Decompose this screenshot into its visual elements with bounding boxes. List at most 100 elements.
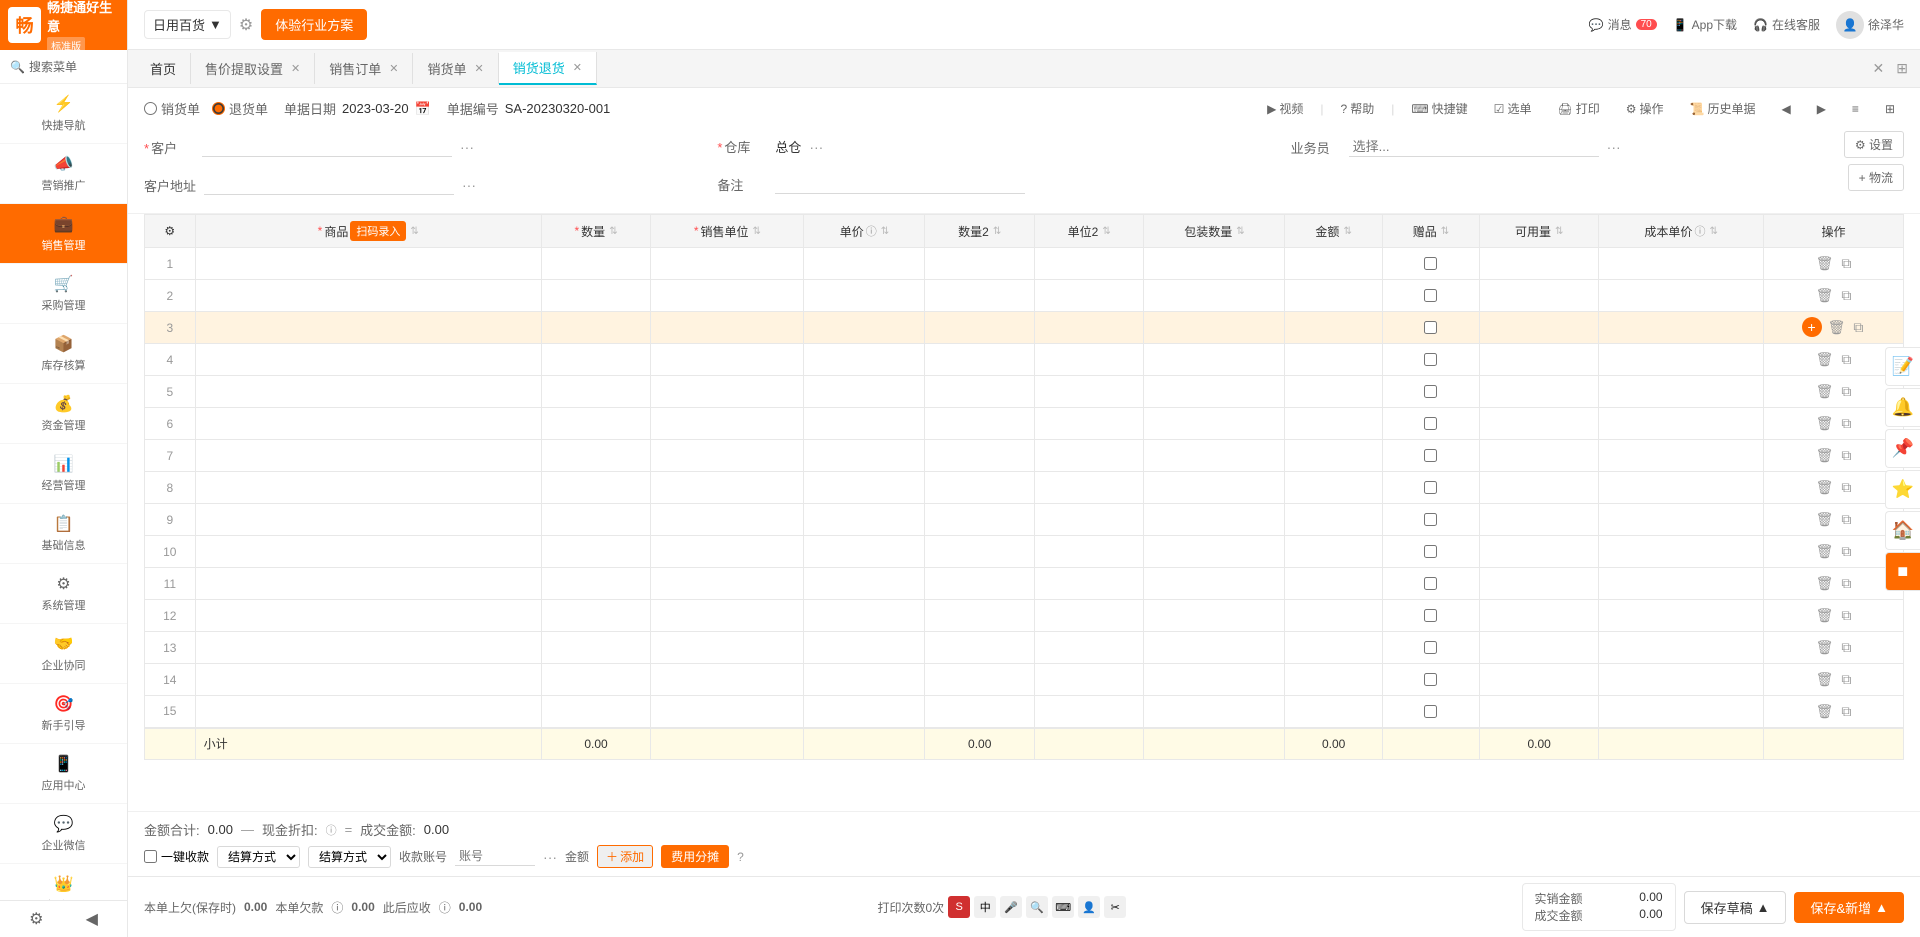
row-package-qty-14[interactable] — [1144, 664, 1285, 696]
row-sales-unit-11[interactable] — [651, 568, 804, 600]
sidebar-item-sales[interactable]: 💼 销售管理 — [0, 204, 127, 264]
row-product-8[interactable] — [195, 472, 541, 504]
row-cost-price-8[interactable] — [1599, 472, 1764, 504]
row-available-14[interactable] — [1480, 664, 1599, 696]
copy-row-btn-9[interactable]: ⧉ — [1839, 509, 1853, 530]
delete-row-btn-13[interactable]: 🗑 — [1814, 637, 1836, 658]
row-package-qty-3[interactable] — [1144, 312, 1285, 344]
sidebar-collapse-icon[interactable]: ◀ — [86, 909, 98, 929]
delete-row-btn-7[interactable]: 🗑 — [1814, 445, 1836, 466]
gift-checkbox-12[interactable] — [1424, 609, 1437, 622]
gift-checkbox-6[interactable] — [1424, 417, 1437, 430]
row-quantity-9[interactable] — [541, 504, 650, 536]
row-quantity2-14[interactable] — [925, 664, 1034, 696]
customer-picker-icon[interactable]: ··· — [460, 139, 474, 155]
sidebar-item-purchase[interactable]: 🛒 采购管理 — [0, 264, 127, 324]
tool-icon-1[interactable]: S — [948, 896, 970, 918]
row-cost-price-12[interactable] — [1599, 600, 1764, 632]
row-sales-unit-7[interactable] — [651, 440, 804, 472]
gift-checkbox-3[interactable] — [1424, 321, 1437, 334]
sales-radio-input[interactable] — [144, 102, 157, 115]
row-cost-price-9[interactable] — [1599, 504, 1764, 536]
row-quantity-11[interactable] — [541, 568, 650, 600]
toolbar-video-btn[interactable]: ▶ 视频 — [1258, 96, 1312, 121]
row-gift-12[interactable] — [1382, 600, 1479, 632]
row-gift-4[interactable] — [1382, 344, 1479, 376]
row-product-2[interactable] — [195, 280, 541, 312]
debit-info-icon[interactable]: ⓘ — [331, 899, 343, 916]
row-cost-price-13[interactable] — [1599, 632, 1764, 664]
sidebar-item-system[interactable]: ⚙ 系统管理 — [0, 564, 127, 624]
row-unit2-12[interactable] — [1034, 600, 1143, 632]
row-unit2-2[interactable] — [1034, 280, 1143, 312]
row-unit-price-13[interactable] — [804, 632, 925, 664]
tool-icon-6[interactable]: 👤 — [1078, 896, 1100, 918]
row-quantity-15[interactable] — [541, 696, 650, 728]
amount-sort-icon[interactable]: ⇅ — [1343, 226, 1351, 237]
customer-input[interactable] — [202, 137, 452, 157]
row-quantity2-6[interactable] — [925, 408, 1034, 440]
row-gift-9[interactable] — [1382, 504, 1479, 536]
row-sales-unit-15[interactable] — [651, 696, 804, 728]
copy-row-btn-5[interactable]: ⧉ — [1839, 381, 1853, 402]
warehouse-picker-icon[interactable]: ··· — [809, 139, 823, 155]
sidebar-item-newbie[interactable]: 🎯 新手引导 — [0, 684, 127, 744]
delete-row-btn-2[interactable]: 🗑 — [1814, 285, 1836, 306]
row-unit-price-9[interactable] — [804, 504, 925, 536]
gift-checkbox-9[interactable] — [1424, 513, 1437, 526]
calendar-icon[interactable]: 📅 — [415, 101, 431, 117]
gift-checkbox-10[interactable] — [1424, 545, 1437, 558]
product-sort-icon[interactable]: ⇅ — [410, 226, 418, 237]
row-quantity2-7[interactable] — [925, 440, 1034, 472]
row-amount-9[interactable] — [1285, 504, 1382, 536]
row-amount-4[interactable] — [1285, 344, 1382, 376]
row-unit2-7[interactable] — [1034, 440, 1143, 472]
sidebar-item-basic-info[interactable]: 📋 基础信息 — [0, 504, 127, 564]
delete-row-btn-6[interactable]: 🗑 — [1814, 413, 1836, 434]
row-amount-1[interactable] — [1285, 248, 1382, 280]
tab-sales-order[interactable]: 销售订单 ✕ — [315, 53, 413, 84]
experience-btn[interactable]: 体验行业方案 — [261, 9, 367, 40]
row-quantity2-5[interactable] — [925, 376, 1034, 408]
row-package-qty-13[interactable] — [1144, 632, 1285, 664]
fee-help-icon[interactable]: ? — [737, 850, 744, 864]
delete-row-btn-12[interactable]: 🗑 — [1814, 605, 1836, 626]
row-gift-3[interactable] — [1382, 312, 1479, 344]
tool-icon-5[interactable]: ⌨ — [1052, 896, 1074, 918]
row-unit-price-12[interactable] — [804, 600, 925, 632]
toolbar-list-view-btn[interactable]: ≡ — [1843, 98, 1868, 120]
sales-radio[interactable]: 销货单 — [144, 99, 200, 118]
toolbar-grid-view-btn[interactable]: ⊞ — [1876, 98, 1904, 120]
row-cost-price-7[interactable] — [1599, 440, 1764, 472]
row-unit2-10[interactable] — [1034, 536, 1143, 568]
row-package-qty-5[interactable] — [1144, 376, 1285, 408]
sidebar-item-member[interactable]: 👑 畅会员 — [0, 864, 127, 900]
right-panel-btn-4[interactable]: ⭐ — [1885, 470, 1920, 509]
row-quantity-10[interactable] — [541, 536, 650, 568]
row-cost-price-4[interactable] — [1599, 344, 1764, 376]
gift-checkbox-1[interactable] — [1424, 257, 1437, 270]
row-available-13[interactable] — [1480, 632, 1599, 664]
toolbar-select-btn[interactable]: ☑ 选单 — [1485, 96, 1541, 121]
online-service-btn[interactable]: 🎧 在线客服 — [1753, 16, 1820, 33]
delete-row-btn-4[interactable]: 🗑 — [1814, 349, 1836, 370]
row-unit-price-8[interactable] — [804, 472, 925, 504]
row-available-7[interactable] — [1480, 440, 1599, 472]
row-quantity2-3[interactable] — [925, 312, 1034, 344]
row-gift-14[interactable] — [1382, 664, 1479, 696]
row-available-4[interactable] — [1480, 344, 1599, 376]
toolbar-prev-btn[interactable]: ◀ — [1772, 98, 1799, 120]
row-amount-7[interactable] — [1285, 440, 1382, 472]
row-package-qty-12[interactable] — [1144, 600, 1285, 632]
delete-row-btn-14[interactable]: 🗑 — [1814, 669, 1836, 690]
row-cost-price-1[interactable] — [1599, 248, 1764, 280]
topbar-settings-icon[interactable]: ⚙ — [239, 15, 253, 35]
gift-checkbox-11[interactable] — [1424, 577, 1437, 590]
row-unit2-14[interactable] — [1034, 664, 1143, 696]
delete-row-btn-3[interactable]: 🗑 — [1826, 317, 1848, 338]
qty-sort-icon[interactable]: ⇅ — [609, 226, 617, 237]
row-package-qty-9[interactable] — [1144, 504, 1285, 536]
row-amount-6[interactable] — [1285, 408, 1382, 440]
gift-checkbox-4[interactable] — [1424, 353, 1437, 366]
row-quantity2-11[interactable] — [925, 568, 1034, 600]
